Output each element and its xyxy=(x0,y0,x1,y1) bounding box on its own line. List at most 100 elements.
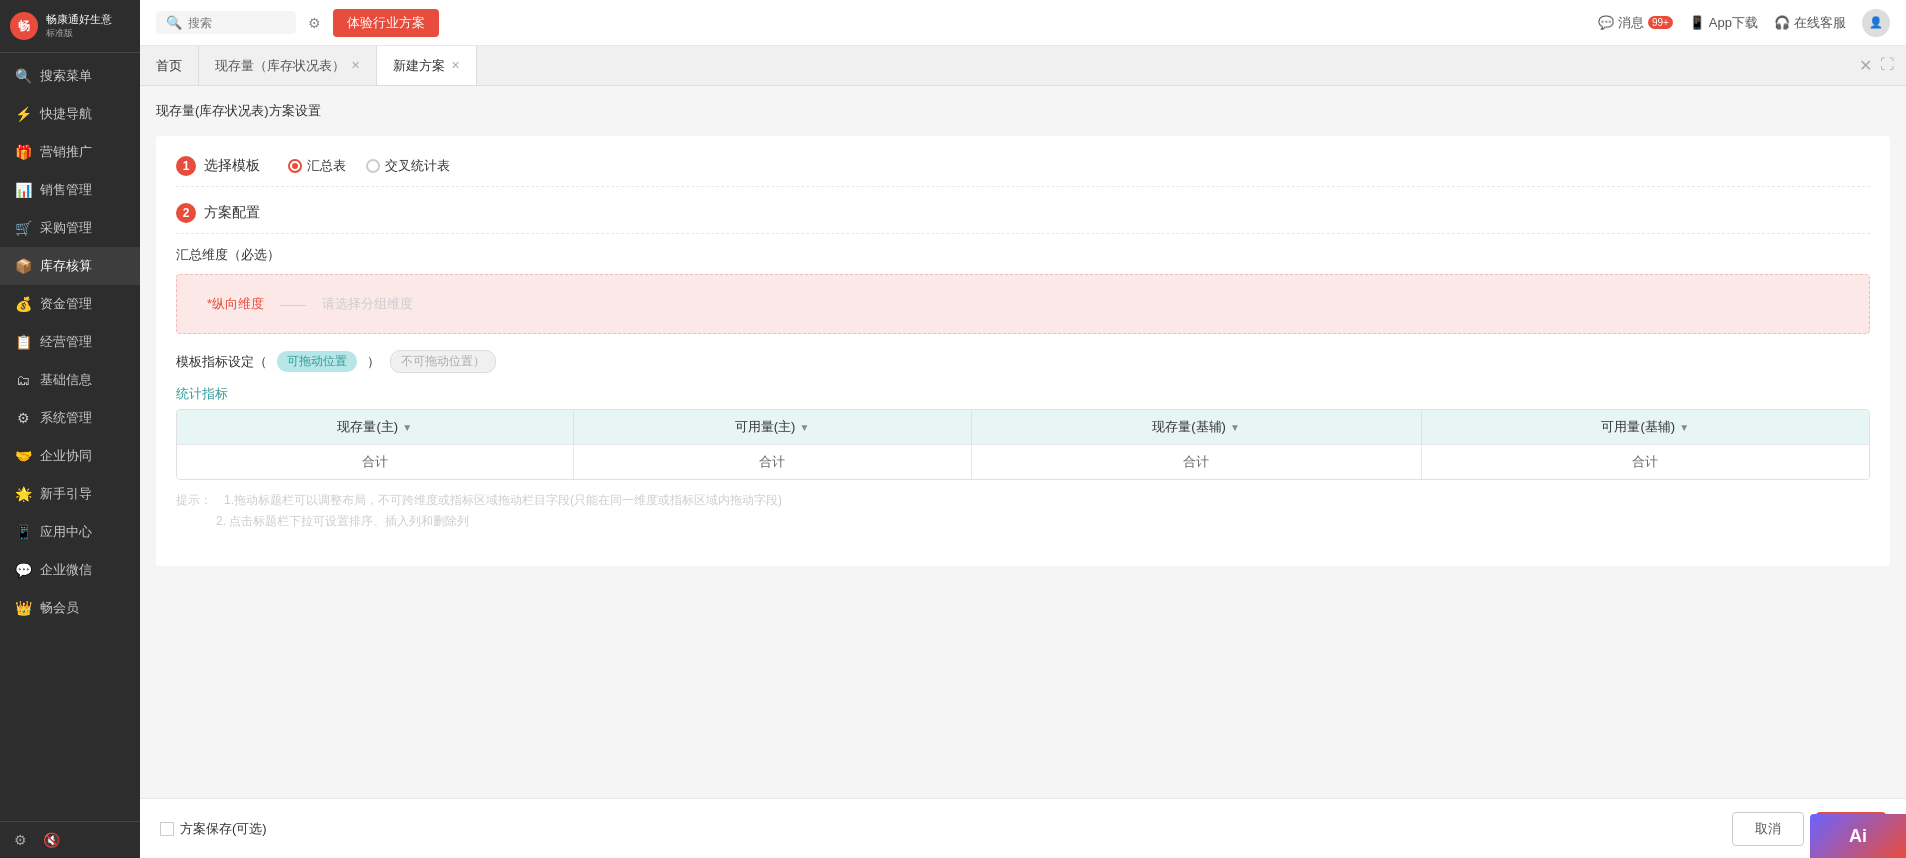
save-option[interactable]: 方案保存(可选) xyxy=(160,820,267,838)
stats-section-label: 统计指标 xyxy=(176,385,1870,403)
trial-industry-button[interactable]: 体验行业方案 xyxy=(333,9,439,37)
sidebar-item-search-menu[interactable]: 🔍 搜索菜单 xyxy=(0,57,140,95)
sidebar-mute-icon[interactable]: 🔇 xyxy=(43,832,60,848)
radio-cross-circle xyxy=(366,159,380,173)
sidebar-item-label: 搜索菜单 xyxy=(40,67,92,85)
app-name-block: 畅康通好生意 标准版 xyxy=(46,12,112,40)
avatar-icon: 👤 xyxy=(1869,16,1883,29)
stats-table-wrapper: 统计指标 现存量(主) ▼ xyxy=(176,385,1870,480)
app-logo-icon: 畅 xyxy=(10,12,38,40)
sidebar-item-operations[interactable]: 📋 经营管理 xyxy=(0,323,140,361)
app-download-button[interactable]: 📱 App下载 xyxy=(1689,14,1758,32)
topbar-right-area: 💬 消息 99+ 📱 App下载 🎧 在线客服 👤 xyxy=(1598,9,1890,37)
save-checkbox[interactable] xyxy=(160,822,174,836)
sidebar-item-app-center[interactable]: 📱 应用中心 xyxy=(0,513,140,551)
content-area: 现存量(库存状况表)方案设置 1 选择模板 汇总表 交叉统计表 xyxy=(140,86,1906,798)
step1-num: 1 xyxy=(176,156,196,176)
sidebar-item-label: 企业微信 xyxy=(40,561,92,579)
topbar: 🔍 ⚙ 体验行业方案 💬 消息 99+ 📱 App下载 🎧 在线客服 👤 xyxy=(140,0,1906,46)
tips-line2: 2. 点击标题栏下拉可设置排序、插入列和删除列 xyxy=(216,513,1870,530)
system-icon: ⚙ xyxy=(14,410,32,426)
sidebar-nav: 🔍 搜索菜单 ⚡ 快捷导航 🎁 营销推广 📊 销售管理 🛒 采购管理 📦 库存核… xyxy=(0,53,140,821)
dimension-box[interactable]: *纵向维度 —— 请选择分组维度 xyxy=(176,274,1870,334)
dimension-dash: —— xyxy=(280,297,306,312)
message-icon: 💬 xyxy=(1598,15,1614,30)
cell-1-1: 合计 xyxy=(177,445,573,480)
cell-1-4: 合计 xyxy=(1421,445,1869,480)
tab-home[interactable]: 首页 xyxy=(140,46,199,85)
sidebar-item-label: 销售管理 xyxy=(40,181,92,199)
topbar-search-box[interactable]: 🔍 xyxy=(156,11,296,34)
sidebar-item-quick-nav[interactable]: ⚡ 快捷导航 xyxy=(0,95,140,133)
sidebar-item-inventory[interactable]: 📦 库存核算 xyxy=(0,247,140,285)
indicator-settings-sep: ） xyxy=(367,353,380,371)
sidebar-item-corp-protocol[interactable]: 🤝 企业协同 xyxy=(0,437,140,475)
sidebar-item-label: 应用中心 xyxy=(40,523,92,541)
tab-new-plan-close[interactable]: ✕ xyxy=(451,59,460,72)
sidebar-item-finance[interactable]: 💰 资金管理 xyxy=(0,285,140,323)
page-title: 现存量(库存状况表)方案设置 xyxy=(156,103,321,118)
tab-inventory-status[interactable]: 现存量（库存状况表） ✕ xyxy=(199,46,377,85)
sidebar: 畅 畅康通好生意 标准版 🔍 搜索菜单 ⚡ 快捷导航 🎁 营销推广 📊 销售管理… xyxy=(0,0,140,858)
app-badge: 标准版 xyxy=(46,27,112,40)
sidebar-item-label: 采购管理 xyxy=(40,219,92,237)
sidebar-item-marketing[interactable]: 🎁 营销推广 xyxy=(0,133,140,171)
sidebar-item-sales[interactable]: 📊 销售管理 xyxy=(0,171,140,209)
step2-num: 2 xyxy=(176,203,196,223)
app-center-icon: 📱 xyxy=(14,524,32,540)
sidebar-logo: 畅 畅康通好生意 标准版 xyxy=(0,0,140,53)
basic-info-icon: 🗂 xyxy=(14,372,32,388)
radio-cross[interactable]: 交叉统计表 xyxy=(366,157,450,175)
col-header-3[interactable]: 现存量(基辅) ▼ xyxy=(971,410,1421,445)
messages-badge: 99+ xyxy=(1648,16,1673,29)
search-input[interactable] xyxy=(188,16,268,30)
radio-summary-label: 汇总表 xyxy=(307,157,346,175)
col-header-4[interactable]: 可用量(基辅) ▼ xyxy=(1421,410,1869,445)
sidebar-item-label: 资金管理 xyxy=(40,295,92,313)
window-close-icon[interactable]: ✕ xyxy=(1859,56,1872,75)
col1-chevron: ▼ xyxy=(402,422,412,433)
sidebar-item-corp-wechat[interactable]: 💬 企业微信 xyxy=(0,551,140,589)
sidebar-item-label: 基础信息 xyxy=(40,371,92,389)
new-guide-icon: 🌟 xyxy=(14,486,32,502)
col-header-2[interactable]: 可用量(主) ▼ xyxy=(573,410,971,445)
sidebar-item-system[interactable]: ⚙ 系统管理 xyxy=(0,399,140,437)
sidebar-item-label: 系统管理 xyxy=(40,409,92,427)
online-service-button[interactable]: 🎧 在线客服 xyxy=(1774,14,1846,32)
stats-table-container: 现存量(主) ▼ 可用量(主) ▼ xyxy=(176,409,1870,480)
sidebar-settings-icon[interactable]: ⚙ xyxy=(14,832,27,848)
step1-section: 1 选择模板 汇总表 交叉统计表 xyxy=(176,156,1870,187)
indicator-chip-not-draggable: 不可拖动位置） xyxy=(390,350,496,373)
stats-table: 现存量(主) ▼ 可用量(主) ▼ xyxy=(177,410,1869,479)
app-download-label: App下载 xyxy=(1709,14,1758,32)
operations-icon: 📋 xyxy=(14,334,32,350)
sidebar-item-new-guide[interactable]: 🌟 新手引导 xyxy=(0,475,140,513)
sales-icon: 📊 xyxy=(14,182,32,198)
template-radio-group: 汇总表 交叉统计表 xyxy=(288,157,450,175)
window-expand-icon[interactable]: ⛶ xyxy=(1880,56,1894,75)
col2-chevron: ▼ xyxy=(799,422,809,433)
sidebar-item-purchase[interactable]: 🛒 采购管理 xyxy=(0,209,140,247)
cell-1-3: 合计 xyxy=(971,445,1421,480)
online-service-label: 在线客服 xyxy=(1794,14,1846,32)
col-header-1[interactable]: 现存量(主) ▼ xyxy=(177,410,573,445)
cancel-button[interactable]: 取消 xyxy=(1732,812,1804,846)
tabbar: 首页 现存量（库存状况表） ✕ 新建方案 ✕ ✕ ⛶ xyxy=(140,46,1906,86)
messages-button[interactable]: 💬 消息 99+ xyxy=(1598,14,1673,32)
tab-inventory-close[interactable]: ✕ xyxy=(351,59,360,72)
sidebar-item-label: 营销推广 xyxy=(40,143,92,161)
sidebar-item-basic-info[interactable]: 🗂 基础信息 xyxy=(0,361,140,399)
topbar-gear-icon[interactable]: ⚙ xyxy=(308,15,321,31)
radio-summary[interactable]: 汇总表 xyxy=(288,157,346,175)
sidebar-item-label: 企业协同 xyxy=(40,447,92,465)
ai-fab-button[interactable]: Ai xyxy=(1810,814,1906,858)
search-menu-icon: 🔍 xyxy=(14,68,32,84)
inventory-icon: 📦 xyxy=(14,258,32,274)
tips-section: 提示： 1.拖动标题栏可以调整布局，不可跨维度或指标区域拖动栏目字段(只能在同一… xyxy=(176,492,1870,530)
sidebar-item-vip[interactable]: 👑 畅会员 xyxy=(0,589,140,627)
settings-card: 1 选择模板 汇总表 交叉统计表 xyxy=(156,136,1890,566)
tab-new-plan[interactable]: 新建方案 ✕ xyxy=(377,46,477,85)
user-avatar[interactable]: 👤 xyxy=(1862,9,1890,37)
sidebar-item-label: 库存核算 xyxy=(40,257,92,275)
corp-protocol-icon: 🤝 xyxy=(14,448,32,464)
